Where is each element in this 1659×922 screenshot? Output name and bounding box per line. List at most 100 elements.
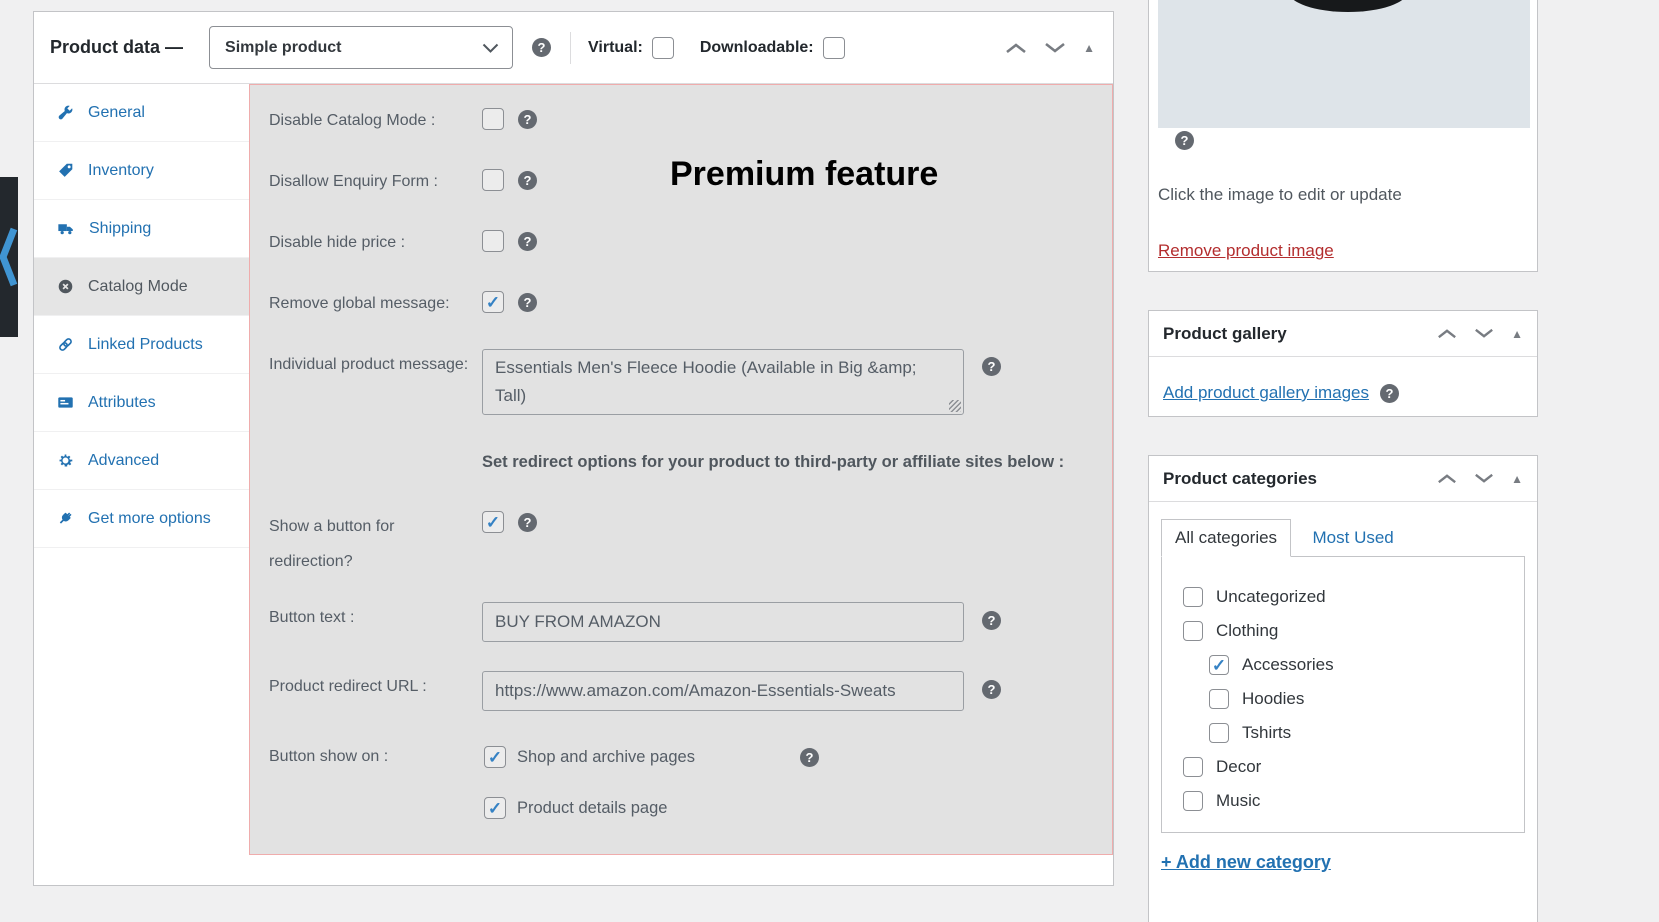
disable-hide-price-help-icon[interactable]: ? [518,232,537,251]
product-gallery-title: Product gallery [1163,323,1287,343]
wrench-icon [58,105,73,120]
button-text-help-icon[interactable]: ? [982,611,1001,630]
category-item: Clothing [1183,614,1524,648]
tab-inventory[interactable]: Inventory [34,142,249,200]
category-label: Uncategorized [1216,587,1326,606]
tab-all-categories[interactable]: All categories [1161,519,1292,557]
product-type-value: Simple product [225,38,342,56]
category-label: Hoodies [1242,689,1305,708]
tab-shipping[interactable]: Shipping [34,200,249,258]
product-type-select[interactable]: Simple product [209,26,514,69]
move-up-icon[interactable] [1437,473,1457,484]
gallery-help-icon[interactable]: ? [1380,383,1400,403]
show-on-shop-label: Shop and archive pages [517,748,695,766]
redirect-url-value: https://www.amazon.com/Amazon-Essentials… [495,681,896,700]
product-gallery-box: Product gallery ▲ Add product gallery im… [1148,310,1538,417]
tab-label: Get more options [88,509,211,527]
tab-linked-products[interactable]: Linked Products [34,316,249,374]
remove-global-message-checkbox[interactable] [482,291,504,313]
disable-hide-price-checkbox[interactable] [482,230,504,252]
catalog-mode-form: Premium feature Disable Catalog Mode : ?… [249,84,1113,855]
button-show-on-label: Button show on : [269,748,389,765]
product-image-thumbnail[interactable] [1158,0,1530,128]
toggle-panel-icon[interactable]: ▲ [1511,328,1523,340]
category-hoodies-checkbox[interactable] [1209,689,1229,709]
show-button-checkbox[interactable] [482,511,504,533]
toggle-panel-icon[interactable]: ▲ [1083,42,1095,54]
category-label: Music [1216,791,1261,810]
button-text-value: BUY FROM AMAZON [495,612,661,631]
redirect-url-input[interactable]: https://www.amazon.com/Amazon-Essentials… [482,671,964,711]
panel-title: Product data — [50,37,184,57]
featured-image-caption: Click the image to edit or update [1158,185,1402,204]
tab-most-used[interactable]: Most Used [1313,528,1394,547]
gallery-controls: ▲ [1437,328,1523,340]
show-on-details-checkbox[interactable] [484,797,506,819]
featured-image-help-icon[interactable]: ? [1175,131,1194,150]
circle-x-icon [58,279,73,294]
tab-label: Linked Products [88,335,203,353]
category-uncategorized-checkbox[interactable] [1183,587,1203,607]
redirect-options-heading: Set redirect options for your product to… [482,453,1065,471]
add-gallery-images-link[interactable]: Add product gallery images [1163,383,1369,403]
disable-catalog-help-icon[interactable]: ? [518,110,537,129]
category-item: Hoodies [1209,682,1524,716]
category-music-checkbox[interactable] [1183,791,1203,811]
tab-attributes[interactable]: Attributes [34,374,249,432]
category-item: Uncategorized [1183,580,1524,614]
premium-feature-overlay: Premium feature [670,155,939,193]
textarea-resize-handle[interactable] [949,400,961,412]
button-text-input[interactable]: BUY FROM AMAZON [482,602,964,642]
virtual-checkbox[interactable] [651,36,674,59]
move-down-icon[interactable] [1044,42,1066,54]
redirect-url-label: Product redirect URL : [269,678,427,695]
remove-product-image-link[interactable]: Remove product image [1158,241,1334,261]
product-categories-header: Product categories ▲ [1149,456,1537,502]
product-data-panel: Product data — Simple product ? Virtual:… [33,11,1114,886]
virtual-label: Virtual: [588,38,643,56]
toggle-panel-icon[interactable]: ▲ [1511,473,1523,485]
product-categories-box: Product categories ▲ All categories Most… [1148,455,1538,922]
tab-advanced[interactable]: Advanced [34,432,249,490]
move-down-icon[interactable] [1474,473,1494,484]
move-down-icon[interactable] [1474,328,1494,339]
category-item: Tshirts [1209,716,1524,750]
tab-get-more-options[interactable]: Get more options [34,490,249,548]
add-new-category-link[interactable]: + Add new category [1161,852,1331,873]
redirect-url-help-icon[interactable]: ? [982,680,1001,699]
downloadable-checkbox[interactable] [822,36,845,59]
tab-catalog-mode[interactable]: Catalog Mode [34,258,249,316]
individual-message-label: Individual product message: [269,356,469,373]
individual-message-help-icon[interactable]: ? [982,357,1001,376]
category-clothing-checkbox[interactable] [1183,621,1203,641]
tab-label: Catalog Mode [88,277,188,295]
remove-global-message-help-icon[interactable]: ? [518,293,537,312]
tab-general[interactable]: General [34,84,249,142]
disallow-enquiry-label: Disallow Enquiry Form : [269,173,438,190]
move-up-icon[interactable] [1005,42,1027,54]
collapse-arrow-icon[interactable] [0,223,20,291]
product-gallery-body: Add product gallery images ? [1149,357,1537,403]
individual-message-textarea[interactable]: Essentials Men's Fleece Hoodie (Availabl… [482,349,964,415]
tab-label: Shipping [89,219,152,237]
move-up-icon[interactable] [1437,328,1457,339]
category-tshirts-checkbox[interactable] [1209,723,1229,743]
disable-catalog-checkbox[interactable] [482,108,504,130]
product-image-partial [1288,0,1408,12]
product-data-body: General Inventory Shipping Catalog Mode [34,84,1113,885]
product-type-help-icon[interactable]: ? [532,38,552,57]
show-on-details-label: Product details page [517,799,668,817]
disallow-enquiry-checkbox[interactable] [482,169,504,191]
disallow-enquiry-help-icon[interactable]: ? [518,171,537,190]
individual-message-value: Essentials Men's Fleece Hoodie (Availabl… [495,358,917,405]
category-decor-checkbox[interactable] [1183,757,1203,777]
tab-label: Attributes [88,393,156,411]
show-on-shop-checkbox[interactable] [484,746,506,768]
chevron-down-icon [482,43,499,53]
category-label: Decor [1216,757,1262,776]
show-on-help-icon[interactable]: ? [800,748,819,767]
categories-list: Uncategorized Clothing Accessories Hoodi… [1161,556,1525,833]
show-button-help-icon[interactable]: ? [518,513,537,532]
category-accessories-checkbox[interactable] [1209,655,1229,675]
product-data-tabs: General Inventory Shipping Catalog Mode [34,84,249,885]
